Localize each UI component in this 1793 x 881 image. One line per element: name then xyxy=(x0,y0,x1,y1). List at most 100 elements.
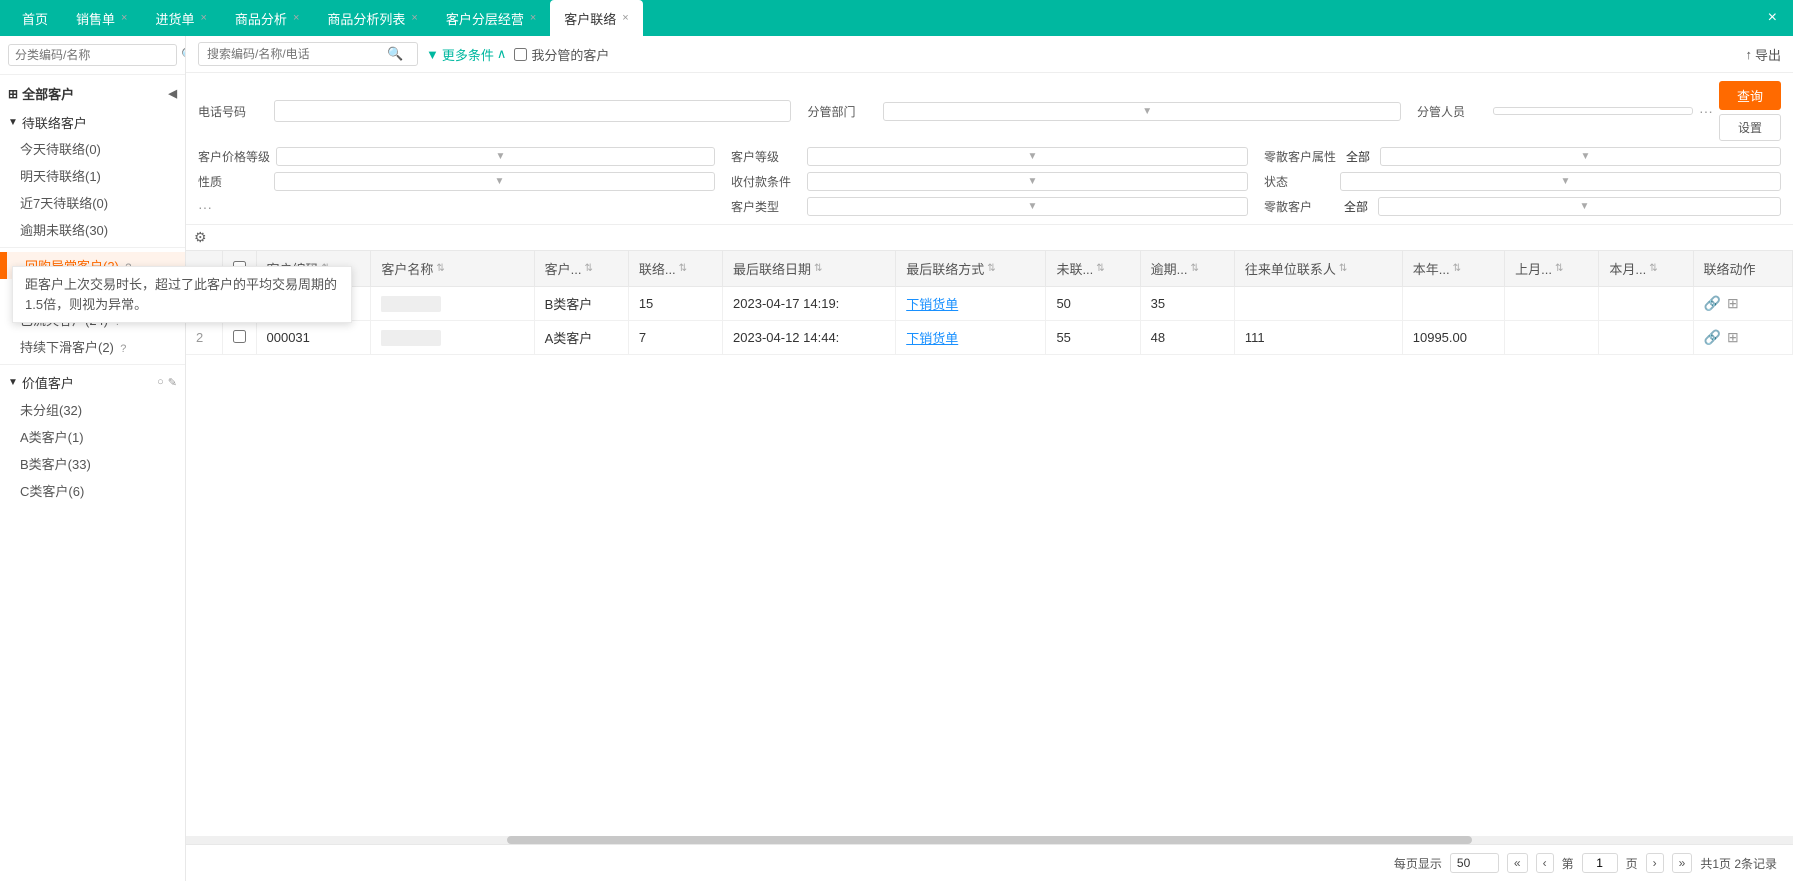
main-search-icon[interactable]: 🔍 xyxy=(387,46,403,62)
nav-product-list[interactable]: 商品分析列表 × xyxy=(313,0,431,36)
col-overdue[interactable]: 逾期... ⇅ xyxy=(1140,251,1234,287)
main-search-input[interactable] xyxy=(207,47,387,61)
nav-purchase-close[interactable]: × xyxy=(200,12,206,24)
col-contact-sort-icon[interactable]: ⇅ xyxy=(679,263,687,274)
sidebar-c-customers[interactable]: C类客户(6) xyxy=(0,477,185,504)
nav-product-list-close[interactable]: × xyxy=(411,12,417,24)
col-name[interactable]: 客户名称 ⇅ xyxy=(371,251,534,287)
col-last-month-sort-icon[interactable]: ⇅ xyxy=(1555,263,1563,274)
row2-last-way-link[interactable]: 下销货单 xyxy=(906,331,958,346)
last-page-btn[interactable]: » xyxy=(1672,853,1693,873)
status-select[interactable]: ▼ xyxy=(1340,172,1781,191)
col-this-month-sort-icon[interactable]: ⇅ xyxy=(1649,263,1657,274)
row2-checkbox[interactable] xyxy=(233,330,246,343)
sidebar-7day-waiting[interactable]: 近7天待联络(0) xyxy=(0,189,185,216)
phone-input[interactable] xyxy=(274,100,791,122)
row1-action-icons: 🔗 ⊞ xyxy=(1704,295,1782,312)
sidebar-value-section[interactable]: ▼ 价值客户 ○ ✎ xyxy=(0,369,185,396)
row1-link-icon[interactable]: 🔗 xyxy=(1704,295,1721,312)
filter-buttons: 查询 设置 xyxy=(1719,81,1781,141)
nav-customer-layering[interactable]: 客户分层经营 × xyxy=(432,0,550,36)
prev-page-btn[interactable]: ‹ xyxy=(1536,853,1554,873)
sidebar-overdue-uncontacted[interactable]: 逾期未联络(30) xyxy=(0,216,185,243)
page-input[interactable] xyxy=(1582,853,1618,873)
customer-type-select[interactable]: ▼ xyxy=(807,197,1248,216)
col-last-contact-way[interactable]: 最后联络方式 ⇅ xyxy=(896,251,1046,287)
col-name-sort-icon[interactable]: ⇅ xyxy=(436,263,444,274)
col-this-year[interactable]: 本年... ⇅ xyxy=(1402,251,1504,287)
overdue-uncontacted-label: 逾期未联络(30) xyxy=(20,223,108,238)
col-company-contacts[interactable]: 往来单位联系人 ⇅ xyxy=(1234,251,1402,287)
nav-customer-contact[interactable]: 客户联络 × xyxy=(550,0,642,36)
next-page-btn[interactable]: › xyxy=(1646,853,1664,873)
sidebar-tomorrow-waiting[interactable]: 明天待联络(1) xyxy=(0,162,185,189)
retail-customer-static: 全部 xyxy=(1344,198,1368,215)
manager-dots-btn[interactable]: ··· xyxy=(1699,103,1713,119)
nav-sales[interactable]: 销售单 × xyxy=(62,0,141,36)
row4-dots-btn[interactable]: ··· xyxy=(198,199,212,215)
col-company-contacts-sort-icon[interactable]: ⇅ xyxy=(1339,263,1347,274)
first-page-btn[interactable]: « xyxy=(1507,853,1528,873)
sidebar-ungroup[interactable]: 未分组(32) xyxy=(0,396,185,423)
sidebar-waiting-section[interactable]: ▼ 待联络客户 xyxy=(0,108,185,135)
manager-select[interactable] xyxy=(1493,107,1693,115)
sidebar-a-customers[interactable]: A类客户(1) xyxy=(0,423,185,450)
retail-attr-arrow: ▼ xyxy=(1581,151,1774,162)
col-uncontacted-sort-icon[interactable]: ⇅ xyxy=(1096,263,1104,274)
retail-customer-arrow: ▼ xyxy=(1580,201,1775,212)
sidebar-collapse-btn[interactable]: ◀ xyxy=(169,87,177,100)
retail-customer-select[interactable]: ▼ xyxy=(1378,197,1781,216)
nav-product-analysis-close[interactable]: × xyxy=(293,12,299,24)
sidebar-search-button[interactable]: 🔍 xyxy=(177,47,186,63)
query-button[interactable]: 查询 xyxy=(1719,81,1781,110)
row1-last-way-link[interactable]: 下销货单 xyxy=(906,297,958,312)
col-this-month[interactable]: 本月... ⇅ xyxy=(1599,251,1693,287)
row2-grid-icon[interactable]: ⊞ xyxy=(1727,329,1739,346)
col-contact[interactable]: 联络... ⇅ xyxy=(628,251,722,287)
col-last-month[interactable]: 上月... ⇅ xyxy=(1505,251,1599,287)
retail-attr-select[interactable]: ▼ xyxy=(1380,147,1781,166)
price-level-select[interactable]: ▼ xyxy=(276,147,715,166)
row2-code: 000031 xyxy=(256,321,371,355)
customer-level-select[interactable]: ▼ xyxy=(807,147,1248,166)
more-conditions-btn[interactable]: ▼ 更多条件 ∧ xyxy=(426,45,506,64)
value-settings-icon[interactable]: ○ xyxy=(157,376,164,389)
nav-product-analysis[interactable]: 商品分析 × xyxy=(221,0,313,36)
row1-grid-icon[interactable]: ⊞ xyxy=(1727,295,1739,312)
nav-customer-layering-close[interactable]: × xyxy=(530,12,536,24)
my-customers-checkbox[interactable] xyxy=(514,48,527,61)
col-this-year-sort-icon[interactable]: ⇅ xyxy=(1453,263,1461,274)
col-type-sort-icon[interactable]: ⇅ xyxy=(584,263,592,274)
row2-link-icon[interactable]: 🔗 xyxy=(1704,329,1721,346)
nav-customer-contact-close[interactable]: × xyxy=(622,12,628,24)
col-uncontacted[interactable]: 未联... ⇅ xyxy=(1046,251,1140,287)
col-type[interactable]: 客户... ⇅ xyxy=(534,251,628,287)
nature-select[interactable]: ▼ xyxy=(274,172,715,191)
sidebar-b-customers[interactable]: B类客户(33) xyxy=(0,450,185,477)
declining-info-icon[interactable]: ? xyxy=(120,343,126,355)
nav-purchase[interactable]: 进货单 × xyxy=(141,0,220,36)
filter-retail-attr: 零散客户属性 全部 ▼ xyxy=(1264,147,1781,166)
sidebar-search-input[interactable] xyxy=(8,44,177,66)
sidebar-all-customers[interactable]: ⊞ 全部客户 ◀ xyxy=(0,79,185,108)
sidebar-today-waiting[interactable]: 今天待联络(0) xyxy=(0,135,185,162)
row2-actions: 🔗 ⊞ xyxy=(1693,321,1792,355)
col-overdue-sort-icon[interactable]: ⇅ xyxy=(1190,263,1198,274)
table-settings-icon[interactable]: ⚙ xyxy=(194,229,207,246)
nav-home[interactable]: 首页 xyxy=(8,0,62,36)
col-last-date-sort-icon[interactable]: ⇅ xyxy=(814,263,822,274)
main-close-button[interactable]: × xyxy=(1760,9,1785,27)
settings-button[interactable]: 设置 xyxy=(1719,114,1781,141)
col-last-contact-date[interactable]: 最后联络日期 ⇅ xyxy=(723,251,896,287)
filter-dept: 分管部门 ▼ xyxy=(807,102,1401,121)
nav-product-analysis-label: 商品分析 xyxy=(235,9,287,28)
col-last-way-sort-icon[interactable]: ⇅ xyxy=(987,263,995,274)
nav-sales-close[interactable]: × xyxy=(121,12,127,24)
export-button[interactable]: ↑ 导出 xyxy=(1745,45,1781,64)
value-edit-icon[interactable]: ✎ xyxy=(168,376,177,389)
sidebar-declining[interactable]: 持续下滑客户(2) ? xyxy=(0,333,185,360)
payment-select[interactable]: ▼ xyxy=(807,172,1248,191)
page-size-select[interactable]: 50 10 20 100 xyxy=(1450,853,1499,873)
dept-select[interactable]: ▼ xyxy=(883,102,1401,121)
horizontal-scrollbar[interactable] xyxy=(186,836,1793,844)
